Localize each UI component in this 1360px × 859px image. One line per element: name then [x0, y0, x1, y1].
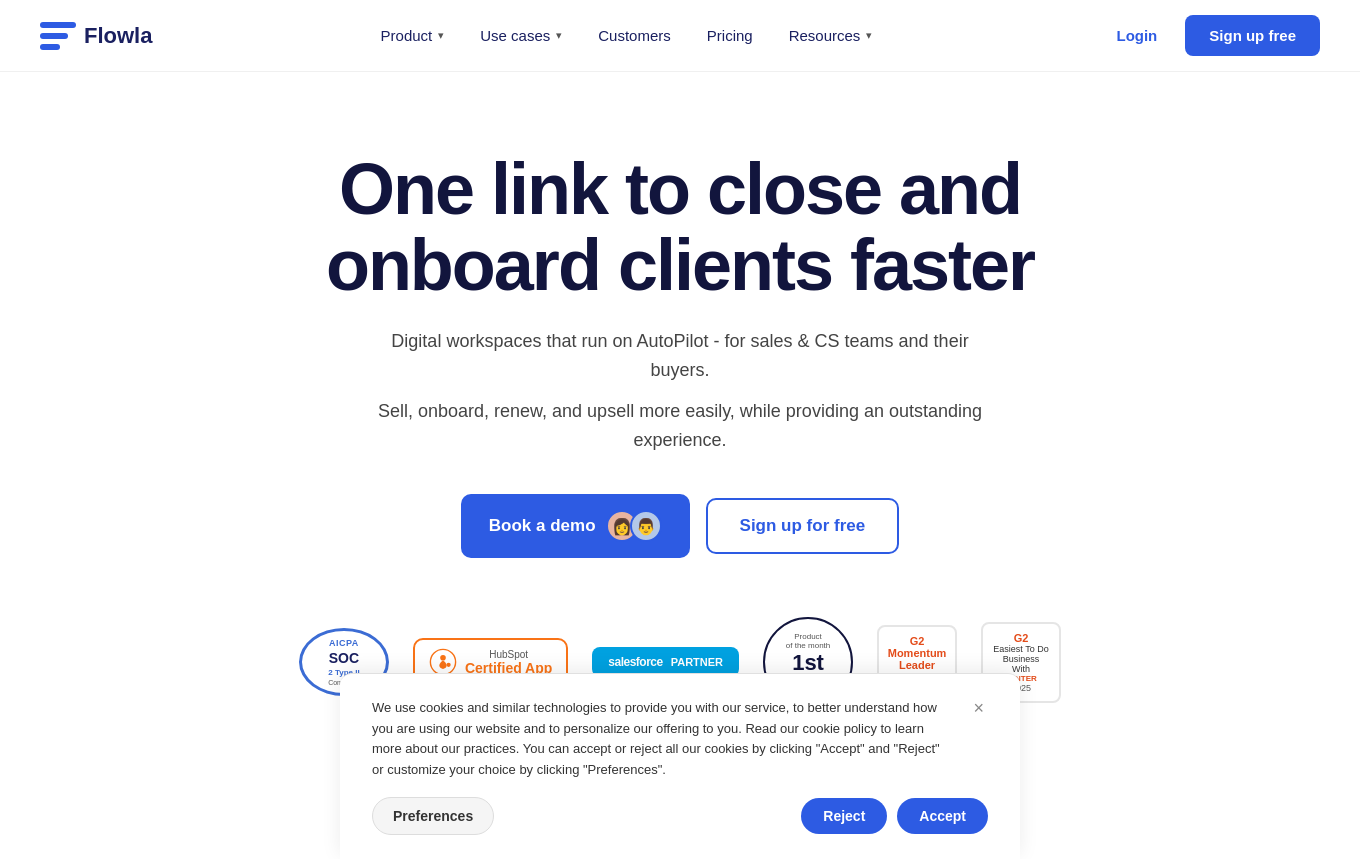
nav-customers[interactable]: Customers: [584, 19, 685, 52]
cookie-content: We use cookies and similar technologies …: [372, 698, 988, 757]
logo-text: Flowla: [84, 23, 152, 49]
g2a-label: Momentum Leader: [888, 647, 947, 671]
hero-cta-group: Book a demo 👩 👨 Sign up for free: [461, 494, 899, 558]
svg-rect-2: [40, 44, 60, 50]
avatar-2: 👨: [630, 510, 662, 542]
navigation: Flowla Product ▾ Use cases ▾ Customers P…: [0, 0, 1360, 72]
g2b-label: Easiest To DoBusiness With: [993, 644, 1049, 674]
chevron-down-icon: ▾: [866, 29, 872, 42]
nav-pricing[interactable]: Pricing: [693, 19, 767, 52]
flowla-logo-icon: [40, 22, 76, 50]
hubspot-brand: HubSpot: [465, 649, 552, 660]
g2a-top: G2: [910, 635, 925, 647]
soc-label: SOC: [329, 650, 359, 666]
book-demo-button[interactable]: Book a demo 👩 👨: [461, 494, 690, 558]
demo-avatars: 👩 👨: [606, 510, 662, 542]
hero-subtitle-2: Sell, onboard, renew, and upsell more ea…: [360, 397, 1000, 455]
soc-aicpa: AICPA: [329, 638, 359, 648]
salesforce-logo: salesforce: [608, 655, 662, 669]
svg-point-4: [440, 655, 446, 661]
signup-free-button[interactable]: Sign up for free: [706, 498, 900, 554]
svg-rect-0: [40, 22, 76, 28]
hero-title: One link to close and onboard clients fa…: [326, 152, 1034, 303]
hero-subtitle-1: Digital workspaces that run on AutoPilot…: [360, 327, 1000, 385]
nav-resources[interactable]: Resources ▾: [775, 19, 887, 52]
hero-section: One link to close and onboard clients fa…: [0, 72, 1360, 756]
logo-link[interactable]: Flowla: [40, 22, 152, 50]
svg-rect-1: [40, 33, 68, 39]
product-label: Product: [794, 632, 822, 641]
g2b-top: G2: [1014, 632, 1029, 644]
nav-actions: Login Sign up free: [1100, 15, 1320, 56]
cookie-text: We use cookies and similar technologies …: [372, 698, 953, 757]
nav-product[interactable]: Product ▾: [367, 19, 459, 52]
chevron-down-icon: ▾: [556, 29, 562, 42]
svg-point-5: [446, 663, 450, 667]
chevron-down-icon: ▾: [438, 29, 444, 42]
salesforce-partner: PARTNER: [671, 656, 723, 668]
cookie-close-button[interactable]: ×: [969, 698, 988, 719]
signup-button[interactable]: Sign up free: [1185, 15, 1320, 56]
login-button[interactable]: Login: [1100, 19, 1173, 52]
cookie-banner: We use cookies and similar technologies …: [340, 673, 1020, 757]
nav-links: Product ▾ Use cases ▾ Customers Pricing …: [367, 19, 887, 52]
product-month: of the month: [786, 641, 830, 650]
nav-usecases[interactable]: Use cases ▾: [466, 19, 576, 52]
